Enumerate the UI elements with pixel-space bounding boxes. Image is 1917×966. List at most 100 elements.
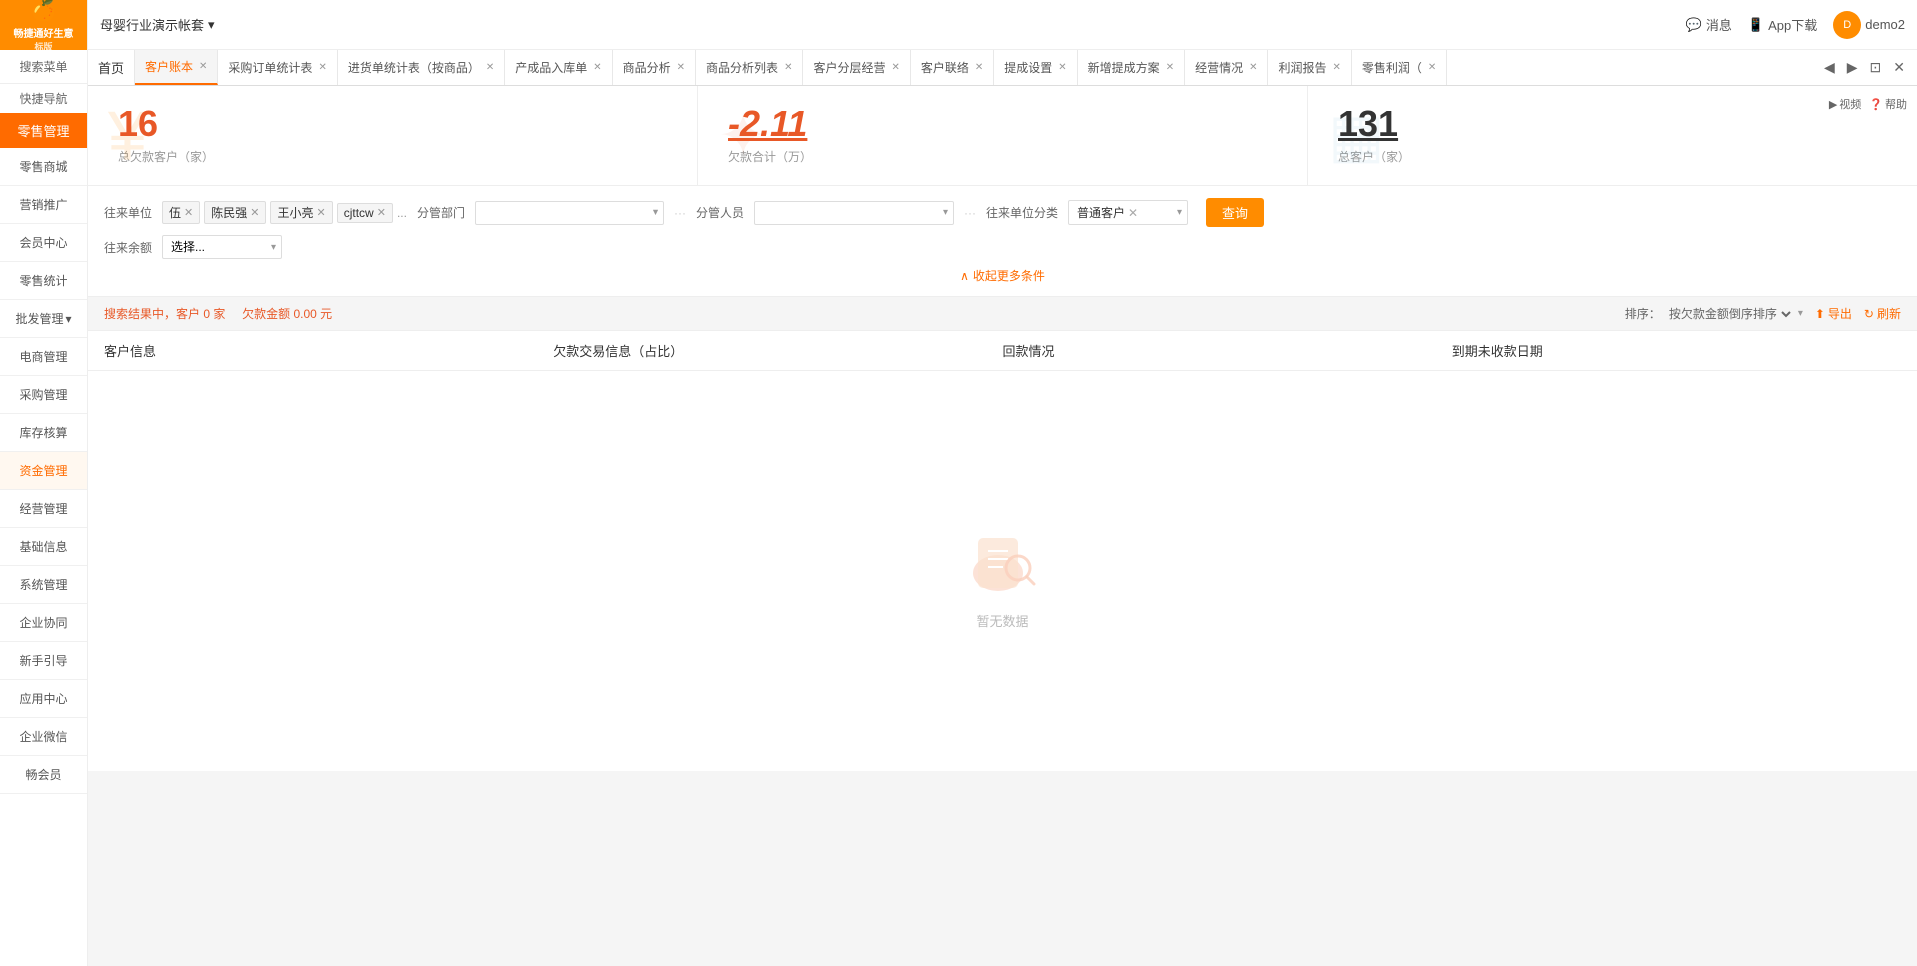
tab-close-icon[interactable]: ✕ xyxy=(486,62,494,73)
filter-more-tags[interactable]: ... xyxy=(397,206,407,220)
tab-close-icon[interactable]: ✕ xyxy=(975,62,983,73)
tab-close-icon[interactable]: ✕ xyxy=(1166,62,1174,73)
message-button[interactable]: 💬 消息 xyxy=(1686,15,1732,34)
refresh-button[interactable]: ↻ 刷新 xyxy=(1864,305,1901,322)
tab-product-analysis-list[interactable]: 商品分析列表 ✕ xyxy=(696,50,803,85)
download-icon: 📱 xyxy=(1748,17,1764,33)
user-profile[interactable]: D demo2 xyxy=(1833,11,1905,39)
user-avatar: D xyxy=(1833,11,1861,39)
tabbar-end: ◀ ▶ ⊡ ✕ xyxy=(1812,50,1917,85)
filter-dots-person[interactable]: ··· xyxy=(964,206,976,220)
tab-close-icon[interactable]: ✕ xyxy=(1058,62,1066,73)
table-header-repayment: 回款情况 xyxy=(1003,341,1452,360)
filter-area: 往来单位 伍 ✕ 陈民强 ✕ 王小亮 ✕ xyxy=(88,186,1917,297)
question-icon: ❓ xyxy=(1869,98,1883,111)
help-link[interactable]: ❓ 帮助 xyxy=(1869,96,1907,112)
sidebar-item-finance-mgmt[interactable]: 资金管理 xyxy=(0,452,87,490)
amount-value: 0.00 xyxy=(293,307,316,321)
tab-new-plan[interactable]: 新增提成方案 ✕ xyxy=(1078,50,1185,85)
sort-select[interactable]: 按欠款金额倒序排序 xyxy=(1665,306,1794,322)
tab-close-icon[interactable]: ✕ xyxy=(593,62,601,73)
tab-operations[interactable]: 经营情况 ✕ xyxy=(1185,50,1268,85)
sidebar-item-purchase-mgmt[interactable]: 采购管理 xyxy=(0,376,87,414)
filter-dots-dept[interactable]: ··· xyxy=(674,206,686,220)
export-button[interactable]: ⬆ 导出 xyxy=(1815,305,1852,322)
sidebar-item-ecommerce-mgmt[interactable]: 电商管理 xyxy=(0,338,87,376)
table-header-customer: 客户信息 xyxy=(104,341,553,360)
sidebar-item-new-guide[interactable]: 新手引导 xyxy=(0,642,87,680)
filter-tag-wu-close[interactable]: ✕ xyxy=(184,206,193,219)
sidebar-item-app-center[interactable]: 应用中心 xyxy=(0,680,87,718)
tab-product-analysis[interactable]: 商品分析 ✕ xyxy=(613,50,696,85)
tab-customer-contact[interactable]: 客户联络 ✕ xyxy=(911,50,994,85)
content-area: ¥ 16 总欠款客户（家） ✦ -2.11 欠款合计（万） ▦ 131 总客户（… xyxy=(88,86,1917,966)
stats-row: ¥ 16 总欠款客户（家） ✦ -2.11 欠款合计（万） ▦ 131 总客户（… xyxy=(88,86,1917,186)
filter-dept-input[interactable] xyxy=(475,201,664,225)
sidebar-item-operations-mgmt[interactable]: 经营管理 xyxy=(0,490,87,528)
sidebar-item-vip-member[interactable]: 畅会员 xyxy=(0,756,87,794)
filter-unit-class-label: 往来单位分类 xyxy=(986,204,1058,221)
table-body: 暂无数据 xyxy=(88,371,1917,771)
sidebar-item-member-center[interactable]: 会员中心 xyxy=(0,224,87,262)
sidebar-item-marketing[interactable]: 营销推广 xyxy=(0,186,87,224)
tab-customer-tier[interactable]: 客户分层经营 ✕ xyxy=(803,50,910,85)
tab-expand-icon[interactable]: ⊡ xyxy=(1866,57,1886,78)
tab-prod-inbound[interactable]: 产成品入库单 ✕ xyxy=(505,50,612,85)
table-header-overdue: 欠款交易信息（占比） xyxy=(553,341,1002,360)
account-selector[interactable]: 母婴行业演示帐套 ▾ xyxy=(100,15,215,34)
sidebar-item-retail-mall[interactable]: 零售商城 xyxy=(0,148,87,186)
filter-tag-chen-close[interactable]: ✕ xyxy=(250,206,259,219)
tab-close-icon[interactable]: ✕ xyxy=(677,62,685,73)
tab-accounts[interactable]: 客户账本 ✕ xyxy=(135,50,218,85)
collapse-button[interactable]: ∧ 收起更多条件 xyxy=(104,267,1901,284)
filter-person-input[interactable] xyxy=(754,201,954,225)
tab-close-icon[interactable]: ✕ xyxy=(891,62,899,73)
tab-close-icon[interactable]: ✕ xyxy=(1249,62,1257,73)
app-download-label: App下载 xyxy=(1768,15,1817,34)
tab-home[interactable]: 首页 xyxy=(88,50,135,85)
tab-close-icon[interactable]: ✕ xyxy=(1428,62,1436,73)
tab-product-analysis-label: 商品分析 xyxy=(623,59,671,76)
sidebar-item-basic-info[interactable]: 基础信息 xyxy=(0,528,87,566)
logo-text: 畅捷通好生意 xyxy=(14,25,74,40)
tab-nav-right-icon[interactable]: ▶ xyxy=(1843,57,1862,78)
collapse-label: 收起更多条件 xyxy=(973,267,1045,284)
filter-unit-class-field[interactable]: 普通客户 ✕ xyxy=(1068,200,1188,225)
sidebar-item-inventory[interactable]: 库存核算 xyxy=(0,414,87,452)
sidebar-item-system-mgmt[interactable]: 系统管理 xyxy=(0,566,87,604)
ordinary-tag-label: 普通客户 xyxy=(1077,204,1125,221)
app-download-button[interactable]: 📱 App下载 xyxy=(1748,15,1817,34)
video-link[interactable]: ▶ 视频 xyxy=(1829,96,1861,112)
ordinary-tag-close[interactable]: ✕ xyxy=(1128,206,1138,220)
query-button[interactable]: 查询 xyxy=(1206,198,1264,227)
sidebar-logo: 🍊 畅捷通好生意 标版 xyxy=(0,0,87,50)
sidebar-search[interactable]: 搜索菜单 xyxy=(0,50,87,84)
sidebar-item-enterprise-coop[interactable]: 企业协同 xyxy=(0,604,87,642)
tab-purchase-order[interactable]: 采购订单统计表 ✕ xyxy=(218,50,337,85)
sidebar-section-retail[interactable]: 零售管理 xyxy=(0,113,87,148)
topbar-left: 母婴行业演示帐套 ▾ xyxy=(100,15,215,34)
sidebar-item-wholesale-mgmt[interactable]: 批发管理 ▾ xyxy=(0,300,87,338)
tab-retail-profit[interactable]: 零售利润（ ✕ xyxy=(1352,50,1447,85)
tab-close-all-icon[interactable]: ✕ xyxy=(1889,57,1909,78)
sidebar-item-enterprise-wechat[interactable]: 企业微信 xyxy=(0,718,87,756)
tab-inbound-stat[interactable]: 进货单统计表（按商品） ✕ xyxy=(338,50,505,85)
stat-number-overdue-customers: 16 xyxy=(118,106,158,142)
tab-close-icon[interactable]: ✕ xyxy=(199,61,207,72)
tab-nav-left-icon[interactable]: ◀ xyxy=(1820,57,1839,78)
sidebar: 🍊 畅捷通好生意 标版 搜索菜单 快捷导航 零售管理 零售商城 营销推广 会员中… xyxy=(0,0,88,966)
filter-tag-cjttcw: cjttcw ✕ xyxy=(337,203,393,223)
tab-profit-report[interactable]: 利润报告 ✕ xyxy=(1268,50,1351,85)
tab-profit-report-label: 利润报告 xyxy=(1278,59,1326,76)
tab-close-icon[interactable]: ✕ xyxy=(1333,62,1341,73)
sidebar-quick-nav[interactable]: 快捷导航 xyxy=(0,84,87,113)
filter-tag-wang-close[interactable]: ✕ xyxy=(317,206,326,219)
filter-tag-cjttcw-close[interactable]: ✕ xyxy=(377,206,386,219)
sidebar-item-retail-stats[interactable]: 零售统计 xyxy=(0,262,87,300)
filter-remaining-select[interactable]: 选择... xyxy=(162,235,282,259)
stat-overdue-amount: ✦ -2.11 欠款合计（万） xyxy=(698,86,1308,185)
tabbar: 首页 客户账本 ✕ 采购订单统计表 ✕ 进货单统计表（按商品） ✕ 产成品入库单… xyxy=(88,50,1917,86)
tab-raise-settings[interactable]: 提成设置 ✕ xyxy=(994,50,1077,85)
tab-close-icon[interactable]: ✕ xyxy=(318,62,326,73)
tab-close-icon[interactable]: ✕ xyxy=(784,62,792,73)
